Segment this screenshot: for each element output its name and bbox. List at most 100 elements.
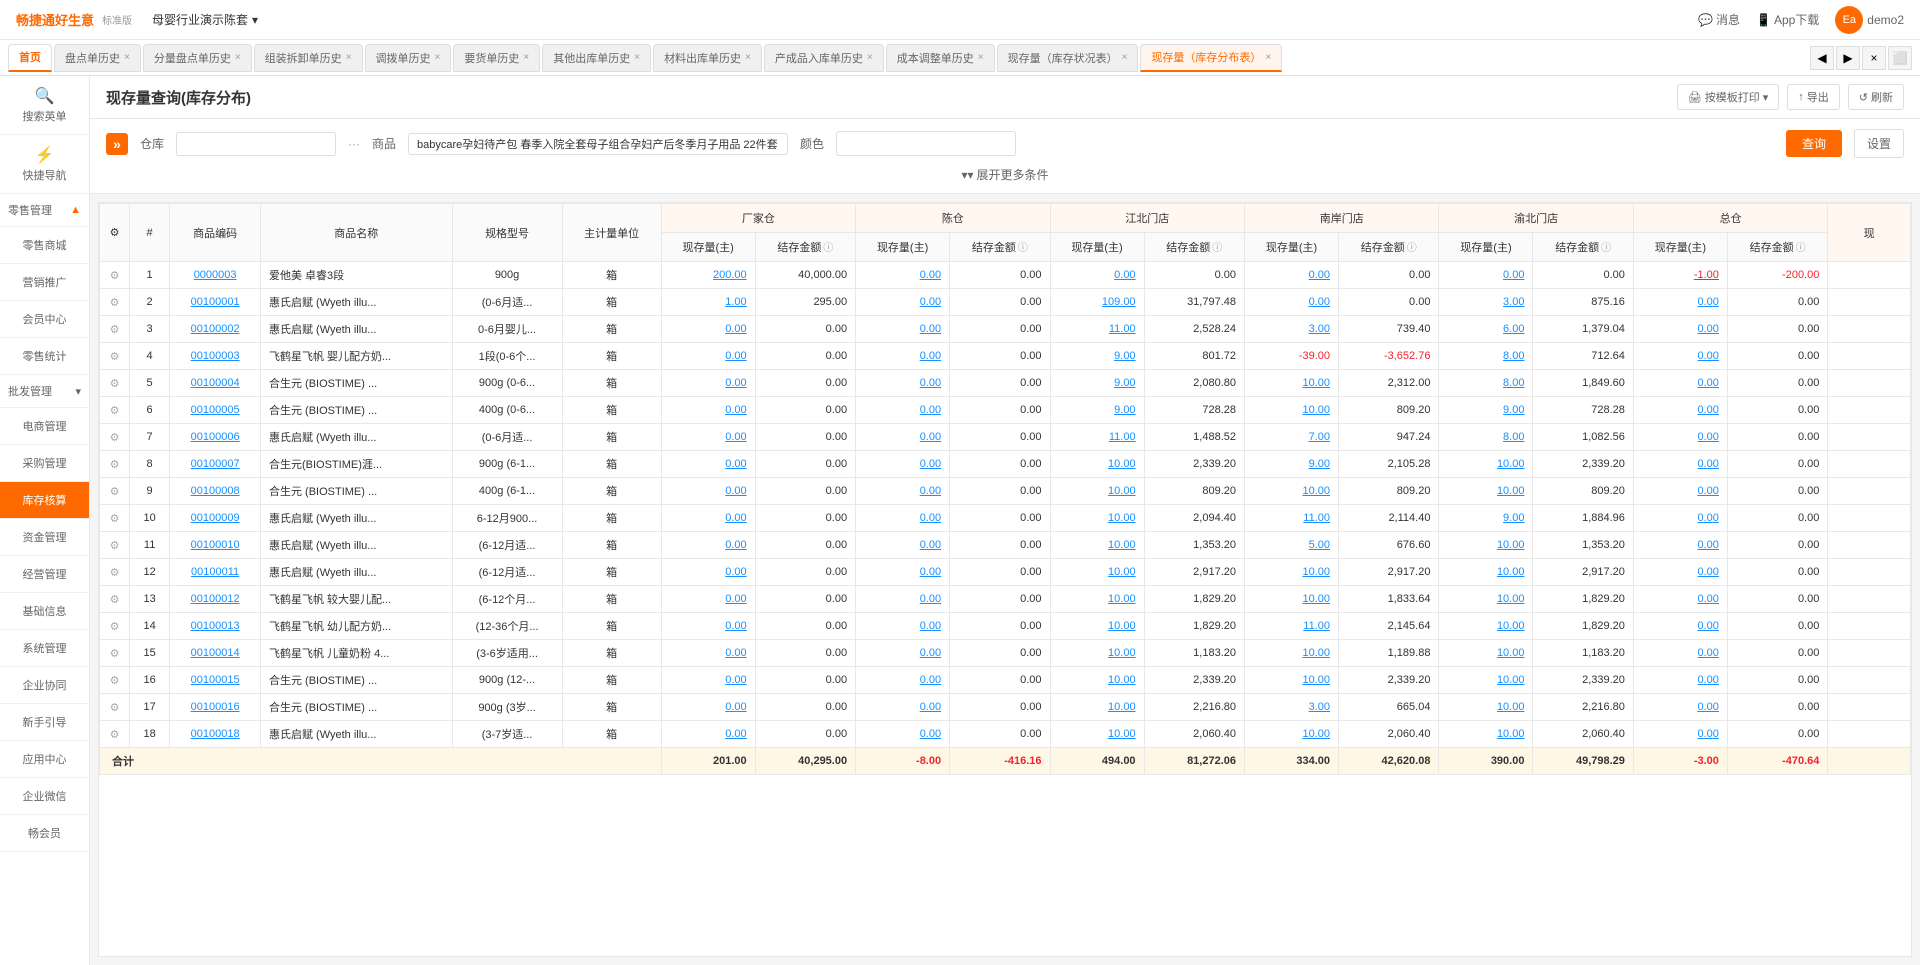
tab-chengben[interactable]: 成本调整单历史 × [886, 44, 995, 72]
row-settings[interactable]: ⚙ [100, 667, 130, 694]
sidebar-item-inventory[interactable]: 库存核算 [0, 482, 89, 519]
row-settings[interactable]: ⚙ [100, 640, 130, 667]
row-code: 00100016 [170, 694, 261, 721]
tab-maximize-btn[interactable]: ⬜ [1888, 46, 1912, 70]
row-yubeimen-stock: 10.00 [1439, 532, 1533, 559]
refresh-btn[interactable]: ↺ 刷新 [1848, 84, 1904, 110]
tab-next-btn[interactable]: ▶ [1836, 46, 1860, 70]
warehouse-input[interactable] [176, 132, 336, 156]
sidebar-item-marketing[interactable]: 营销推广 [0, 264, 89, 301]
row-factory-balance: 0.00 [755, 424, 855, 451]
nanan-balance-info-icon[interactable]: ⓘ [1407, 243, 1417, 254]
tab-prev-btn[interactable]: ◀ [1810, 46, 1834, 70]
row-nanan-stock: 10.00 [1245, 586, 1339, 613]
sidebar-item-member2[interactable]: 畅会员 [0, 815, 89, 852]
message-btn[interactable]: 💬 消息 [1698, 11, 1740, 28]
row-nanan-balance: 1,833.64 [1339, 586, 1439, 613]
tab-close-all-btn[interactable]: × [1862, 46, 1886, 70]
row-nanan-stock: 10.00 [1245, 667, 1339, 694]
nanan-balance-header: 结存金额ⓘ [1339, 233, 1439, 262]
row-name: 飞鹤星飞帆 婴儿配方奶... [260, 343, 452, 370]
row-code: 00100015 [170, 667, 261, 694]
tab-cunliang2[interactable]: 现存量（库存分布表）× [1140, 44, 1282, 72]
sidebar-item-quicknav[interactable]: ⚡ 快捷导航 [0, 135, 89, 194]
row-current [1828, 694, 1911, 721]
tab-yaohuo[interactable]: 要货单历史 × [453, 44, 540, 72]
yubeimen-stock-header: 现存量(主) [1439, 233, 1533, 262]
row-settings[interactable]: ⚙ [100, 451, 130, 478]
sidebar-item-retail-mgmt[interactable]: 零售管理 ▲ [0, 194, 89, 227]
tab-fenpan[interactable]: 分量盘点单历史 × [143, 44, 252, 72]
row-settings[interactable]: ⚙ [100, 613, 130, 640]
row-settings[interactable]: ⚙ [100, 424, 130, 451]
sidebar-item-retail-stats[interactable]: 零售统计 [0, 338, 89, 375]
sidebar-item-ops[interactable]: 经营管理 [0, 556, 89, 593]
footer-factory-balance: 40,295.00 [755, 748, 855, 775]
row-settings[interactable]: ⚙ [100, 316, 130, 343]
sidebar-item-collab[interactable]: 企业协同 [0, 667, 89, 704]
row-yubeimen-balance: 1,379.04 [1533, 316, 1633, 343]
row-settings[interactable]: ⚙ [100, 559, 130, 586]
sidebar-item-search[interactable]: 🔍 搜索英单 [0, 76, 89, 135]
yubeimen-balance-info-icon[interactable]: ⓘ [1601, 243, 1611, 254]
total-balance-info-icon[interactable]: ⓘ [1796, 243, 1806, 254]
sidebar-item-purchase[interactable]: 采购管理 [0, 445, 89, 482]
sidebar-item-basic[interactable]: 基础信息 [0, 593, 89, 630]
tab-qitachu[interactable]: 其他出库单历史 × [542, 44, 651, 72]
row-factory-balance: 0.00 [755, 505, 855, 532]
row-settings[interactable]: ⚙ [100, 505, 130, 532]
search-btn[interactable]: 查询 [1786, 130, 1842, 157]
factory-balance-info-icon[interactable]: ⓘ [823, 243, 833, 254]
row-nanan-stock: 10.00 [1245, 397, 1339, 424]
app-download-btn[interactable]: 📱 App下载 [1756, 11, 1819, 28]
sidebar-item-ecommerce[interactable]: 电商管理 [0, 408, 89, 445]
row-total-stock: 0.00 [1633, 478, 1727, 505]
row-settings[interactable]: ⚙ [100, 694, 130, 721]
setting-btn[interactable]: 设置 [1854, 129, 1904, 158]
chenshi-balance-info-icon[interactable]: ⓘ [1018, 243, 1028, 254]
sidebar-item-guide[interactable]: 新手引导 [0, 704, 89, 741]
row-settings[interactable]: ⚙ [100, 262, 130, 289]
expand-toggle-btn[interactable]: » [106, 133, 128, 155]
sidebar-item-apps[interactable]: 应用中心 [0, 741, 89, 778]
color-input[interactable] [836, 131, 1016, 156]
user-avatar[interactable]: Ea demo2 [1835, 6, 1904, 34]
print-btn[interactable]: 🖨 按模板打印 ▾ [1677, 84, 1780, 110]
tab-home[interactable]: 首页 [8, 44, 52, 72]
row-jiangbei-stock: 11.00 [1050, 424, 1144, 451]
row-unit: 箱 [562, 289, 661, 316]
industry-selector[interactable]: 母婴行业演示陈套 ▾ [152, 11, 258, 28]
row-settings[interactable]: ⚙ [100, 532, 130, 559]
tab-diaob[interactable]: 调拨单历史 × [365, 44, 452, 72]
sidebar-item-system[interactable]: 系统管理 [0, 630, 89, 667]
tab-chengpin[interactable]: 产成品入库单历史 × [764, 44, 884, 72]
sidebar-item-weixin[interactable]: 企业微信 [0, 778, 89, 815]
row-nanan-balance: 0.00 [1339, 262, 1439, 289]
tab-cunliang1[interactable]: 现存量（库存状况表）× [997, 44, 1139, 72]
jiangbei-balance-info-icon[interactable]: ⓘ [1212, 243, 1222, 254]
row-total-balance: 0.00 [1727, 343, 1827, 370]
chenshi-warehouse-header: 陈仓 [856, 204, 1050, 233]
sidebar-item-finance[interactable]: 资金管理 [0, 519, 89, 556]
settings-col-header[interactable]: ⚙ [100, 204, 130, 262]
sidebar-item-member[interactable]: 会员中心 [0, 301, 89, 338]
tab-cailiao[interactable]: 材料出库单历史 × [653, 44, 762, 72]
sidebar-item-wholesale[interactable]: 批发管理 ▾ [0, 375, 89, 408]
row-chenshi-stock: 0.00 [856, 424, 950, 451]
row-settings[interactable]: ⚙ [100, 370, 130, 397]
product-input[interactable] [408, 133, 788, 155]
row-settings[interactable]: ⚙ [100, 397, 130, 424]
row-settings[interactable]: ⚙ [100, 289, 130, 316]
row-settings[interactable]: ⚙ [100, 721, 130, 748]
tab-pandian[interactable]: 盘点单历史 × [54, 44, 141, 72]
row-current [1828, 640, 1911, 667]
row-settings[interactable]: ⚙ [100, 343, 130, 370]
row-settings[interactable]: ⚙ [100, 586, 130, 613]
row-settings[interactable]: ⚙ [100, 478, 130, 505]
row-factory-balance: 0.00 [755, 451, 855, 478]
tab-zuzhuang[interactable]: 组装拆卸单历史 × [254, 44, 363, 72]
expand-conditions-btn[interactable]: ▾▾ 展开更多条件 [961, 166, 1048, 183]
export-btn[interactable]: ↑ 导出 [1787, 84, 1840, 110]
sidebar-item-retail-shop[interactable]: 零售商城 [0, 227, 89, 264]
row-current [1828, 667, 1911, 694]
